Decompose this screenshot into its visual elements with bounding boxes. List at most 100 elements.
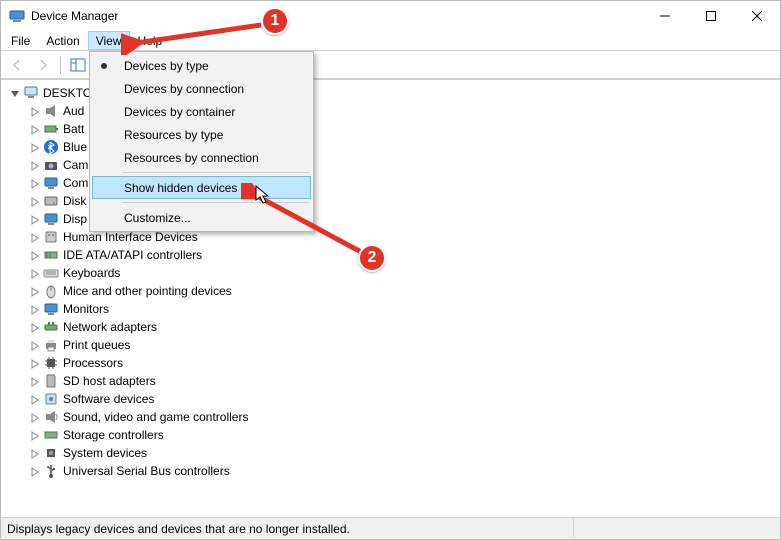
tree-category-label: Software devices (63, 390, 154, 408)
expand-arrow-icon[interactable] (29, 411, 41, 423)
tree-category-label: Cam (63, 156, 88, 174)
tree-category[interactable]: SD host adapters (29, 372, 780, 390)
toolbar-separator (60, 56, 61, 74)
menu-item-label: Resources by type (124, 128, 223, 142)
expand-arrow-icon[interactable] (29, 447, 41, 459)
tree-category-label: Network adapters (63, 318, 157, 336)
ide-icon (43, 247, 59, 263)
menu-resources-by-type[interactable]: Resources by type (92, 123, 311, 146)
expand-arrow-icon[interactable] (29, 393, 41, 405)
menu-show-hidden-devices[interactable]: Show hidden devices (92, 176, 311, 199)
computer-icon (23, 85, 39, 101)
tree-category-label: Batt (63, 120, 84, 138)
tree-category-label: SD host adapters (63, 372, 156, 390)
menu-customize[interactable]: Customize... (92, 206, 311, 229)
expand-arrow-icon[interactable] (29, 123, 41, 135)
tree-category[interactable]: Processors (29, 354, 780, 372)
minimize-button[interactable] (642, 1, 688, 31)
mouse-icon (43, 283, 59, 299)
tree-category[interactable]: Storage controllers (29, 426, 780, 444)
camera-icon (43, 157, 59, 173)
forward-button[interactable] (31, 54, 55, 76)
tree-category[interactable]: Sound, video and game controllers (29, 408, 780, 426)
expand-arrow-icon[interactable] (29, 357, 41, 369)
menu-bar: File Action View Help (1, 31, 780, 51)
processor-icon (43, 355, 59, 371)
view-dropdown-menu: Devices by type Devices by connection De… (89, 51, 314, 232)
sound-icon (43, 409, 59, 425)
tree-category-label: Print queues (63, 336, 130, 354)
tree-category[interactable]: Network adapters (29, 318, 780, 336)
menu-file[interactable]: File (3, 31, 38, 50)
software-icon (43, 391, 59, 407)
tree-category[interactable]: Software devices (29, 390, 780, 408)
expand-arrow-icon[interactable] (29, 267, 41, 279)
keyboard-icon (43, 265, 59, 281)
status-separator (573, 518, 574, 539)
expand-arrow-icon[interactable] (29, 285, 41, 297)
tree-category-label: Blue (63, 138, 87, 156)
menu-action[interactable]: Action (38, 31, 87, 50)
expand-arrow-icon[interactable] (29, 321, 41, 333)
menu-view[interactable]: View (88, 31, 130, 50)
status-text: Displays legacy devices and devices that… (7, 522, 350, 536)
menu-devices-by-connection[interactable]: Devices by connection (92, 77, 311, 100)
annotation-badge-1: 1 (261, 7, 289, 35)
tree-category-label: Keyboards (63, 264, 120, 282)
menu-resources-by-connection[interactable]: Resources by connection (92, 146, 311, 169)
collapse-arrow-icon[interactable] (9, 87, 21, 99)
expand-arrow-icon[interactable] (29, 141, 41, 153)
tree-category[interactable]: Mice and other pointing devices (29, 282, 780, 300)
menu-help[interactable]: Help (130, 31, 171, 50)
expand-arrow-icon[interactable] (29, 303, 41, 315)
menu-item-label: Show hidden devices (124, 181, 237, 195)
tree-category[interactable]: Keyboards (29, 264, 780, 282)
menu-separator (122, 172, 309, 173)
menu-item-label: Devices by container (124, 105, 235, 119)
expand-arrow-icon[interactable] (29, 105, 41, 117)
menu-item-label: Resources by connection (124, 151, 259, 165)
tree-category-label: Storage controllers (63, 426, 164, 444)
sd-icon (43, 373, 59, 389)
expand-arrow-icon[interactable] (29, 213, 41, 225)
tree-category-label: Universal Serial Bus controllers (63, 462, 230, 480)
expand-arrow-icon[interactable] (29, 159, 41, 171)
network-icon (43, 319, 59, 335)
tree-category[interactable]: System devices (29, 444, 780, 462)
menu-item-label: Customize... (124, 211, 191, 225)
expand-arrow-icon[interactable] (29, 465, 41, 477)
back-button[interactable] (5, 54, 29, 76)
expand-arrow-icon[interactable] (29, 375, 41, 387)
hid-icon (43, 229, 59, 245)
display-icon (43, 211, 59, 227)
expand-arrow-icon[interactable] (29, 429, 41, 441)
expand-arrow-icon[interactable] (29, 195, 41, 207)
tree-category-label: Monitors (63, 300, 109, 318)
expand-arrow-icon[interactable] (29, 231, 41, 243)
menu-devices-by-type[interactable]: Devices by type (92, 54, 311, 77)
tree-category-label: Sound, video and game controllers (63, 408, 248, 426)
maximize-button[interactable] (688, 1, 734, 31)
tree-category[interactable]: Monitors (29, 300, 780, 318)
tree-category-label: IDE ATA/ATAPI controllers (63, 246, 202, 264)
menu-devices-by-container[interactable]: Devices by container (92, 100, 311, 123)
tree-category[interactable]: Universal Serial Bus controllers (29, 462, 780, 480)
expand-arrow-icon[interactable] (29, 177, 41, 189)
expand-arrow-icon[interactable] (29, 249, 41, 261)
window-title: Device Manager (31, 9, 118, 23)
menu-separator (122, 202, 309, 203)
tree-category[interactable]: IDE ATA/ATAPI controllers (29, 246, 780, 264)
close-button[interactable] (734, 1, 780, 31)
battery-icon (43, 121, 59, 137)
status-bar: Displays legacy devices and devices that… (1, 517, 780, 539)
tree-root-label: DESKTO (43, 84, 92, 102)
menu-item-label: Devices by type (124, 59, 209, 73)
tree-category-label: Disk (63, 192, 86, 210)
tree-category-label: System devices (63, 444, 147, 462)
audio-icon (43, 103, 59, 119)
show-hide-tree-button[interactable] (66, 54, 90, 76)
tree-category[interactable]: Print queues (29, 336, 780, 354)
expand-arrow-icon[interactable] (29, 339, 41, 351)
monitor-icon (43, 301, 59, 317)
tree-category-label: Aud (63, 102, 84, 120)
